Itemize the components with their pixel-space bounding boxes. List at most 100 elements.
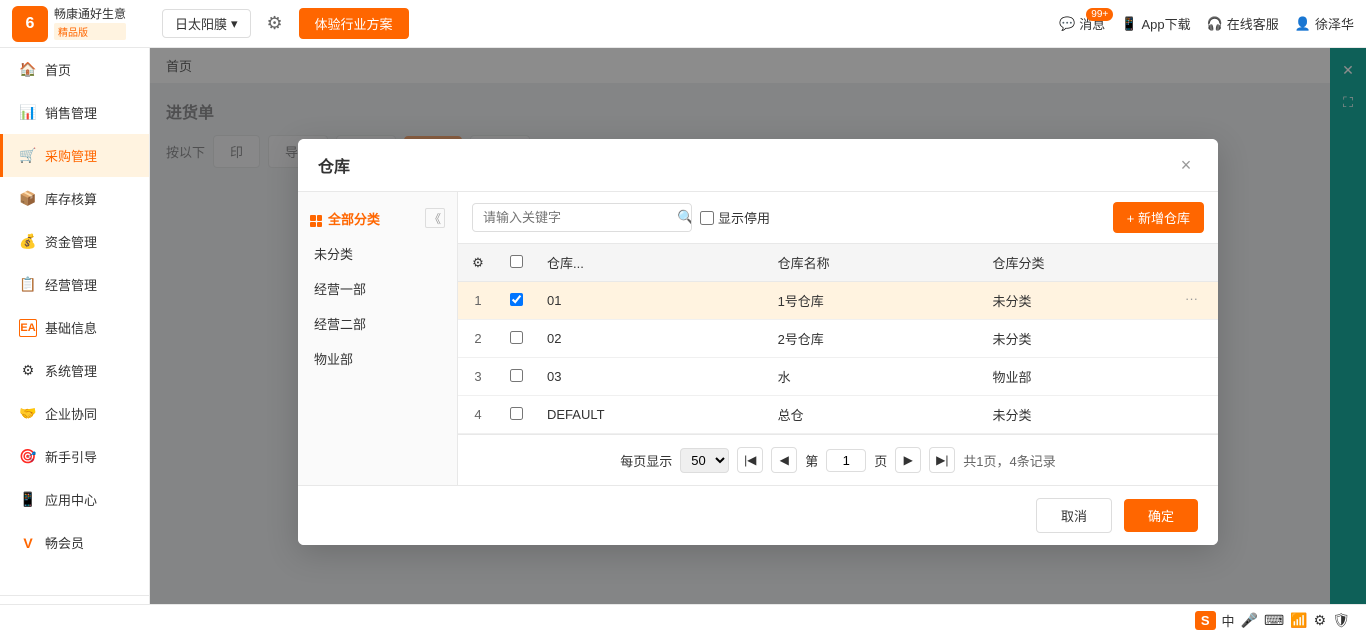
grid-dots-icon bbox=[310, 209, 322, 228]
col-name: 仓库名称 bbox=[766, 244, 981, 282]
sidebar-label-guide: 新手引导 bbox=[45, 447, 97, 466]
col-code: 仓库... bbox=[535, 244, 766, 282]
notifications-button[interactable]: 💬 消息 99+ bbox=[1059, 14, 1105, 33]
pagination-bar: 每页显示 50 |◀ ◀ 第 页 ▶ ▶| 共1页，4条记录 bbox=[458, 434, 1218, 485]
row-checkbox[interactable] bbox=[498, 358, 535, 396]
prev-page-button[interactable]: ◀ bbox=[771, 447, 797, 473]
bottom-bar: S 中 🎤 ⌨ 📶 ⚙ 🛡 bbox=[0, 604, 1366, 636]
lang-label[interactable]: 中 bbox=[1222, 611, 1235, 630]
last-page-button[interactable]: ▶| bbox=[929, 447, 955, 473]
category-panel: 全部分类 《 未分类 经营一部 经营二部 物业部 bbox=[298, 192, 458, 485]
modal-body: 全部分类 《 未分类 经营一部 经营二部 物业部 bbox=[298, 192, 1218, 485]
col-settings: ⚙ bbox=[458, 244, 498, 282]
sidebar-item-guide[interactable]: 🎯 新手引导 bbox=[0, 435, 149, 478]
gear-icon: ⚙ bbox=[266, 13, 282, 34]
home-icon: 🏠 bbox=[19, 61, 37, 79]
category-item-dept2[interactable]: 经营二部 bbox=[298, 306, 457, 341]
sidebar-item-sales[interactable]: 📊 销售管理 bbox=[0, 91, 149, 134]
category-item-property[interactable]: 物业部 bbox=[298, 341, 457, 376]
modal-title: 仓库 bbox=[318, 153, 350, 177]
table-row[interactable]: 4 DEFAULT 总仓 未分类 bbox=[458, 396, 1218, 434]
sidebar-item-appstore[interactable]: 📱 应用中心 bbox=[0, 478, 149, 521]
sales-icon: 📊 bbox=[19, 104, 37, 122]
next-page-button[interactable]: ▶ bbox=[895, 447, 921, 473]
headset-icon: 🎧 bbox=[1207, 16, 1223, 32]
sidebar-item-system[interactable]: ⚙ 系统管理 bbox=[0, 349, 149, 392]
row-name: 1号仓库 bbox=[766, 282, 981, 320]
search-box: 🔍 bbox=[472, 203, 692, 232]
header-settings-button[interactable]: ⚙ bbox=[259, 8, 291, 40]
sidebar-item-membership[interactable]: V 畅会员 bbox=[0, 521, 149, 564]
system-icon: ⚙ bbox=[19, 362, 37, 380]
store-selector[interactable]: 日太阳膜 ▾ bbox=[162, 9, 251, 38]
row-num: 3 bbox=[458, 358, 498, 396]
bell-icon: 💬 bbox=[1059, 16, 1075, 32]
modal-close-button[interactable]: × bbox=[1174, 153, 1198, 177]
category-item-dept1[interactable]: 经营一部 bbox=[298, 271, 457, 306]
cancel-button[interactable]: 取消 bbox=[1036, 498, 1112, 533]
sidebar-item-operations[interactable]: 📋 经营管理 bbox=[0, 263, 149, 306]
purchase-icon: 🛒 bbox=[19, 147, 37, 165]
user-icon: 👤 bbox=[1295, 16, 1311, 32]
guide-icon: 🎯 bbox=[19, 448, 37, 466]
shield-icon[interactable]: 🛡 bbox=[1332, 612, 1350, 629]
row-category: 物业部 bbox=[980, 358, 1218, 396]
sidebar-item-home[interactable]: 🏠 首页 bbox=[0, 48, 149, 91]
confirm-button[interactable]: 确定 bbox=[1124, 499, 1198, 532]
network-icon[interactable]: 📶 bbox=[1290, 612, 1307, 629]
table-row[interactable]: 3 03 水 物业部 bbox=[458, 358, 1218, 396]
keyboard-icon[interactable]: ⌨ bbox=[1264, 612, 1284, 629]
sidebar-label-purchase: 采购管理 bbox=[45, 146, 97, 165]
sidebar: 🏠 首页 📊 销售管理 🛒 采购管理 📦 库存核算 💰 资金管理 📋 经营管理 … bbox=[0, 48, 150, 636]
bottom-settings-icon[interactable]: ⚙ bbox=[1314, 612, 1327, 629]
action-dots-icon[interactable]: ··· bbox=[1185, 291, 1198, 306]
sidebar-label-home: 首页 bbox=[45, 60, 71, 79]
category-all-button[interactable]: 全部分类 bbox=[310, 209, 380, 228]
show-disabled-label[interactable]: 显示停用 bbox=[700, 208, 770, 227]
row-num: 4 bbox=[458, 396, 498, 434]
first-page-button[interactable]: |◀ bbox=[737, 447, 763, 473]
sidebar-item-basics[interactable]: EA 基础信息 bbox=[0, 306, 149, 349]
sidebar-label-appstore: 应用中心 bbox=[45, 490, 97, 509]
col-category: 仓库分类 bbox=[980, 244, 1218, 282]
top-header: 6 畅康通好生意 精品版 日太阳膜 ▾ ⚙ 体验行业方案 💬 消息 99+ 📱 … bbox=[0, 0, 1366, 48]
notifications-badge: 99+ bbox=[1086, 8, 1113, 21]
user-menu-button[interactable]: 👤 徐泽华 bbox=[1295, 14, 1354, 33]
app-download-button[interactable]: 📱 App下载 bbox=[1121, 14, 1190, 33]
page-label: 页 bbox=[874, 451, 887, 470]
table-row[interactable]: 1 01 1号仓库 未分类··· bbox=[458, 282, 1218, 320]
row-checkbox[interactable] bbox=[498, 396, 535, 434]
row-name: 水 bbox=[766, 358, 981, 396]
try-industry-button[interactable]: 体验行业方案 bbox=[299, 8, 409, 39]
sidebar-label-basics: 基础信息 bbox=[45, 318, 97, 337]
page-number-input[interactable] bbox=[826, 449, 866, 472]
search-input[interactable] bbox=[473, 205, 669, 230]
customer-service-button[interactable]: 🎧 在线客服 bbox=[1207, 14, 1279, 33]
select-all-checkbox[interactable] bbox=[510, 255, 523, 268]
sidebar-item-enterprise[interactable]: 🤝 企业协同 bbox=[0, 392, 149, 435]
mic-icon[interactable]: 🎤 bbox=[1241, 612, 1258, 629]
row-code: DEFAULT bbox=[535, 396, 766, 434]
add-warehouse-button[interactable]: + 新增仓库 bbox=[1113, 202, 1204, 233]
table-row[interactable]: 2 02 2号仓库 未分类 bbox=[458, 320, 1218, 358]
search-button[interactable]: 🔍 bbox=[669, 204, 692, 231]
inventory-icon: 📦 bbox=[19, 190, 37, 208]
show-disabled-checkbox[interactable] bbox=[700, 211, 714, 225]
header-middle: 日太阳膜 ▾ ⚙ 体验行业方案 bbox=[162, 8, 1059, 40]
sidebar-item-purchase[interactable]: 🛒 采购管理 bbox=[0, 134, 149, 177]
row-code: 02 bbox=[535, 320, 766, 358]
page-size-select[interactable]: 50 bbox=[680, 448, 729, 473]
category-item-uncategorized[interactable]: 未分类 bbox=[298, 236, 457, 271]
service-label: 在线客服 bbox=[1227, 14, 1279, 33]
dropdown-arrow-icon: ▾ bbox=[231, 16, 238, 32]
sidebar-item-inventory[interactable]: 📦 库存核算 bbox=[0, 177, 149, 220]
sidebar-item-finance[interactable]: 💰 资金管理 bbox=[0, 220, 149, 263]
row-name: 2号仓库 bbox=[766, 320, 981, 358]
sidebar-label-finance: 资金管理 bbox=[45, 232, 97, 251]
row-checkbox[interactable] bbox=[498, 282, 535, 320]
modal-footer: 取消 确定 bbox=[298, 485, 1218, 545]
store-name: 日太阳膜 bbox=[175, 14, 227, 33]
row-checkbox[interactable] bbox=[498, 320, 535, 358]
category-header: 全部分类 《 bbox=[298, 200, 457, 236]
collapse-button[interactable]: 《 bbox=[425, 208, 445, 228]
